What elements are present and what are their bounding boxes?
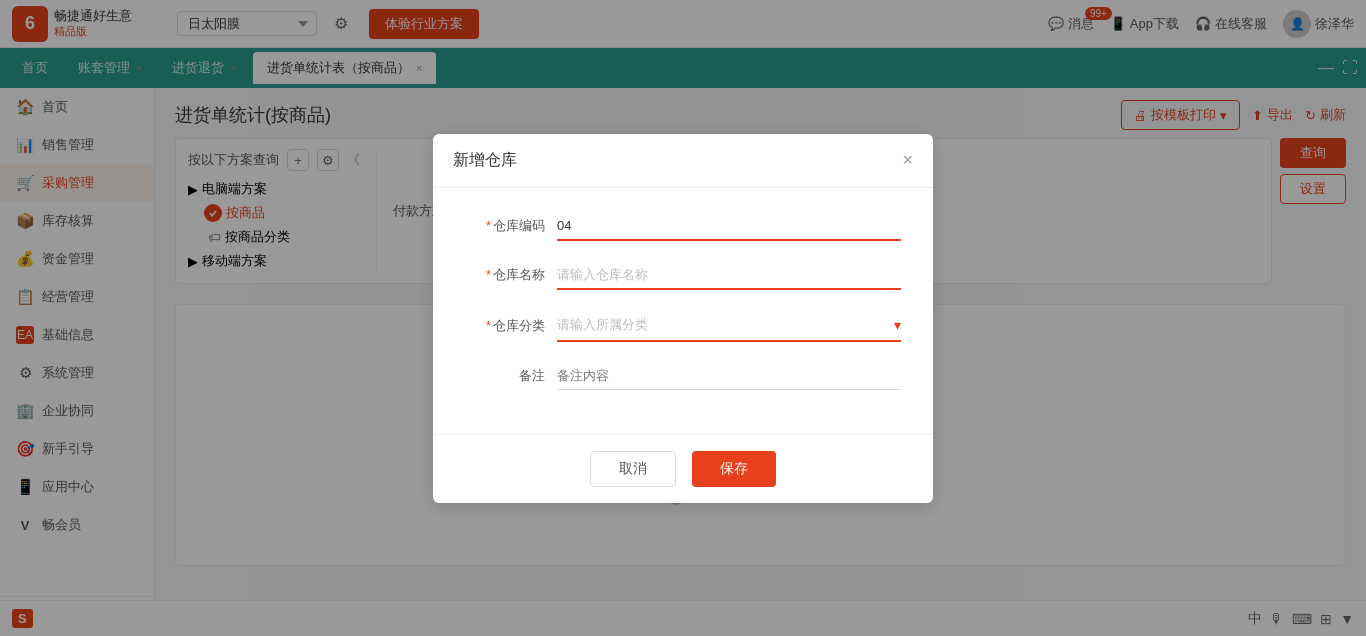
name-input[interactable] <box>557 261 901 290</box>
modal-footer: 取消 保存 <box>433 434 933 503</box>
category-placeholder: 请输入所属分类 <box>557 316 648 334</box>
save-button[interactable]: 保存 <box>692 451 776 487</box>
category-label: 仓库分类 <box>465 317 545 335</box>
note-label: 备注 <box>465 367 545 385</box>
category-dropdown-icon: ▾ <box>894 317 901 333</box>
code-row: 仓库编码 <box>465 212 901 241</box>
add-warehouse-modal: 新增仓库 × 仓库编码 仓库名称 仓库分类 请输入所属分类 ▾ <box>433 134 933 503</box>
category-select[interactable]: 请输入所属分类 ▾ <box>557 310 901 342</box>
modal-title: 新增仓库 <box>453 150 517 171</box>
code-label: 仓库编码 <box>465 217 545 235</box>
modal-overlay: 新增仓库 × 仓库编码 仓库名称 仓库分类 请输入所属分类 ▾ <box>0 0 1366 636</box>
modal-header: 新增仓库 × <box>433 134 933 188</box>
name-row: 仓库名称 <box>465 261 901 290</box>
note-input[interactable] <box>557 362 901 390</box>
modal-close-button[interactable]: × <box>902 150 913 171</box>
code-input[interactable] <box>557 212 901 241</box>
name-label: 仓库名称 <box>465 266 545 284</box>
category-row: 仓库分类 请输入所属分类 ▾ <box>465 310 901 342</box>
cancel-button[interactable]: 取消 <box>590 451 676 487</box>
note-row: 备注 <box>465 362 901 390</box>
modal-body: 仓库编码 仓库名称 仓库分类 请输入所属分类 ▾ 备注 <box>433 188 933 434</box>
